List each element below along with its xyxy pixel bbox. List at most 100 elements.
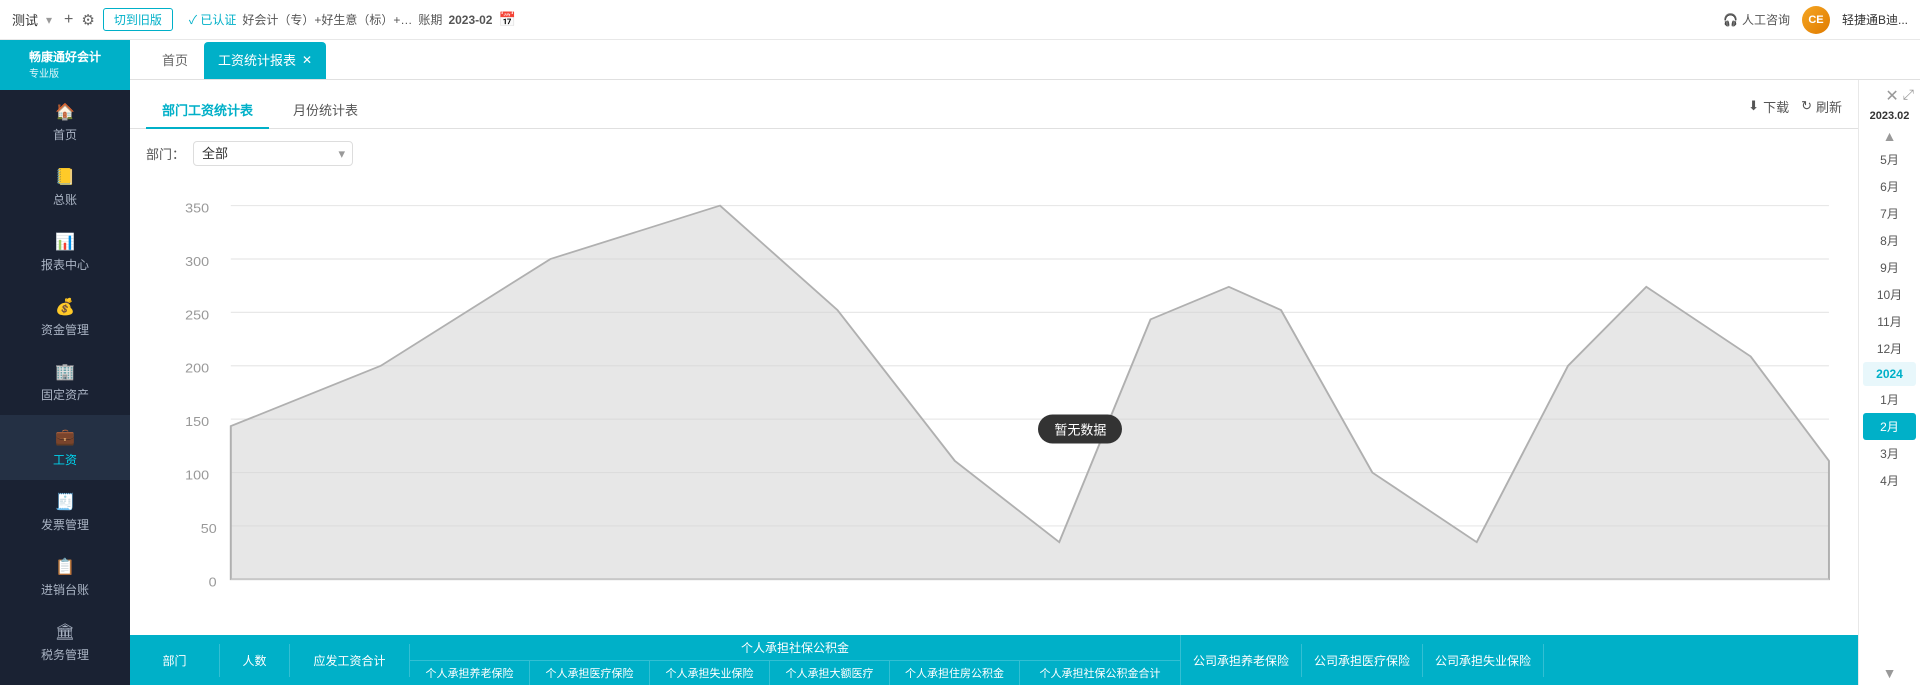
main-layout: 畅康通好会计 专业版 🏠 首页 📒 总账 📊 报表中心 💰 资金管理 �	[0, 40, 1920, 685]
col-total-salary: 应发工资合计	[290, 644, 410, 677]
chart-svg: 350 300 250 200 150 100 50 0	[146, 194, 1842, 635]
sub-tab-month[interactable]: 月份统计表	[277, 92, 374, 129]
sub-tab-dept[interactable]: 部门工资统计表	[146, 92, 269, 129]
top-bar-status: ✓ 已认证 好会计（专）+好生意（标）+… 账期 2023-02 📅	[189, 11, 516, 28]
col-personal-medical: 个人承担医疗保险	[530, 661, 650, 685]
right-sidebar-controls: ✕ ⤢	[1859, 80, 1920, 106]
tax-icon: 🏛	[55, 622, 75, 642]
sidebar-item-assets[interactable]: 🏢 固定资产	[0, 350, 130, 415]
top-bar-settings-icon[interactable]: ⚙	[81, 11, 94, 29]
refresh-icon: ↻	[1801, 98, 1812, 114]
col-count: 人数	[220, 644, 290, 677]
top-bar: 测试 ▾ + ⚙ 切到旧版 ✓ 已认证 好会计（专）+好生意（标）+… 账期 2…	[0, 0, 1920, 40]
sidebar-nav: 🏠 首页 📒 总账 📊 报表中心 💰 资金管理 🏢 固定资产 💼 工资	[0, 90, 130, 685]
y-label-0: 0	[209, 575, 217, 589]
sidebar-item-salary[interactable]: 💼 工资	[0, 415, 130, 480]
sidebar-label-reports: 报表中心	[41, 256, 89, 273]
y-label-50: 50	[201, 522, 217, 536]
reports-icon: 📊	[55, 232, 75, 252]
prev-year-button[interactable]: ▲	[1859, 126, 1920, 146]
sidebar-item-tax[interactable]: 🏛 税务管理	[0, 610, 130, 675]
sidebar-label-home: 首页	[53, 126, 77, 143]
switch-version-button[interactable]: 切到旧版	[103, 8, 173, 31]
month-item-2-active[interactable]: 2月	[1863, 413, 1916, 440]
service-button[interactable]: 🎧 人工咨询	[1723, 11, 1790, 28]
invoice-icon: 🧾	[55, 492, 75, 512]
year-2024-tag: 2024	[1863, 362, 1916, 386]
y-label-200: 200	[185, 361, 209, 375]
col-personal-pension: 个人承担养老保险	[410, 661, 530, 685]
month-item-1[interactable]: 1月	[1859, 386, 1920, 413]
sidebar-label-ledger: 总账	[53, 191, 77, 208]
col-group-title: 个人承担社保公积金	[410, 635, 1180, 661]
sidebar-logo: 畅康通好会计 专业版	[0, 40, 130, 90]
month-item-5[interactable]: 5月	[1859, 146, 1920, 173]
month-list: 5月 6月 7月 8月 9月 10月 11月 12月 2024 1月 2月 3月…	[1859, 146, 1920, 661]
headset-icon: 🎧	[1723, 13, 1738, 27]
col-personal-unemployment: 个人承担失业保险	[650, 661, 770, 685]
col-personal-housing-fund: 个人承担住房公积金	[890, 661, 1020, 685]
filter-row: 部门： 全部	[130, 129, 1858, 178]
month-item-3[interactable]: 3月	[1859, 440, 1920, 467]
sidebar-item-invoice[interactable]: 🧾 发票管理	[0, 480, 130, 545]
sub-tab-actions: ⬇ 下载 ↻ 刷新	[1748, 97, 1842, 124]
tab-close-icon[interactable]: ✕	[302, 53, 312, 67]
top-bar-title: 测试	[12, 10, 38, 29]
col-personal-total: 个人承担社保公积金合计	[1020, 661, 1180, 685]
month-item-12[interactable]: 12月	[1859, 335, 1920, 362]
month-item-9[interactable]: 9月	[1859, 254, 1920, 281]
purchases-icon: 📋	[55, 557, 75, 577]
col-dept: 部门	[130, 644, 220, 677]
col-group-items: 个人承担养老保险 个人承担医疗保险 个人承担失业保险 个人承担大额医疗 个人承担…	[410, 661, 1180, 685]
period-value: 2023-02	[448, 13, 492, 27]
user-name[interactable]: 轻捷通B迪...	[1842, 11, 1908, 28]
col-company-medical: 公司承担医疗保险	[1302, 644, 1423, 677]
month-item-6[interactable]: 6月	[1859, 173, 1920, 200]
month-item-7[interactable]: 7月	[1859, 200, 1920, 227]
y-label-100: 100	[185, 468, 209, 482]
sidebar-item-home[interactable]: 🏠 首页	[0, 90, 130, 155]
col-personal-critical-medical: 个人承担大额医疗	[770, 661, 890, 685]
sidebar-item-funds[interactable]: 💰 资金管理	[0, 285, 130, 350]
top-bar-add-icon[interactable]: +	[64, 11, 73, 29]
sub-tab-bar: 部门工资统计表 月份统计表 ⬇ 下载 ↻ 刷新	[130, 80, 1858, 129]
col-group-personal-insurance: 个人承担社保公积金 个人承担养老保险 个人承担医疗保险 个人承担失业保险 个人承…	[410, 635, 1181, 685]
sidebar-label-purchases: 进销台账	[41, 581, 89, 598]
refresh-button[interactable]: ↻ 刷新	[1801, 97, 1842, 116]
dept-select-wrapper[interactable]: 全部	[193, 141, 353, 166]
y-label-350: 350	[185, 201, 209, 215]
table-footer: 部门 人数 应发工资合计 个人承担社保公积金 个人承担养老保险 个人承担医疗保险…	[130, 635, 1858, 685]
tab-home[interactable]: 首页	[146, 42, 204, 79]
sidebar-item-reports[interactable]: 📊 报表中心	[0, 220, 130, 285]
month-item-10[interactable]: 10月	[1859, 281, 1920, 308]
avatar: CE	[1802, 6, 1830, 34]
dept-select[interactable]: 全部	[193, 141, 353, 166]
month-item-11[interactable]: 11月	[1859, 308, 1920, 335]
page-content: 部门工资统计表 月份统计表 ⬇ 下载 ↻ 刷新	[130, 80, 1920, 685]
sidebar-item-purchases[interactable]: 📋 进销台账	[0, 545, 130, 610]
close-sidebar-button[interactable]: ✕	[1885, 86, 1898, 106]
sidebar: 畅康通好会计 专业版 🏠 首页 📒 总账 📊 报表中心 💰 资金管理 �	[0, 40, 130, 685]
sidebar-label-salary: 工资	[53, 451, 77, 468]
next-year-button[interactable]: ▼	[1859, 661, 1920, 685]
assets-icon: 🏢	[55, 362, 75, 382]
year-label: 2023.02	[1859, 106, 1920, 126]
chart-area: 350 300 250 200 150 100 50 0	[130, 178, 1858, 635]
month-item-8[interactable]: 8月	[1859, 227, 1920, 254]
calendar-icon[interactable]: 📅	[498, 11, 515, 28]
download-button[interactable]: ⬇ 下载	[1748, 97, 1789, 116]
col-company-unemployment: 公司承担失业保险	[1423, 644, 1544, 677]
sidebar-item-settle[interactable]: 📁 结账	[0, 675, 130, 685]
sidebar-label-assets: 固定资产	[41, 386, 89, 403]
expand-sidebar-button[interactable]: ⤢	[1903, 86, 1914, 106]
y-label-300: 300	[185, 255, 209, 269]
product-tags: 好会计（专）+好生意（标）+…	[242, 11, 412, 28]
top-bar-dropdown-arrow[interactable]: ▾	[46, 13, 52, 27]
month-item-4[interactable]: 4月	[1859, 467, 1920, 494]
sidebar-label-tax: 税务管理	[41, 646, 89, 663]
chart-area-path	[231, 206, 1829, 580]
y-label-150: 150	[185, 415, 209, 429]
tab-salary-report[interactable]: 工资统计报表 ✕	[204, 42, 326, 79]
sidebar-item-ledger[interactable]: 📒 总账	[0, 155, 130, 220]
sidebar-label-invoice: 发票管理	[41, 516, 89, 533]
